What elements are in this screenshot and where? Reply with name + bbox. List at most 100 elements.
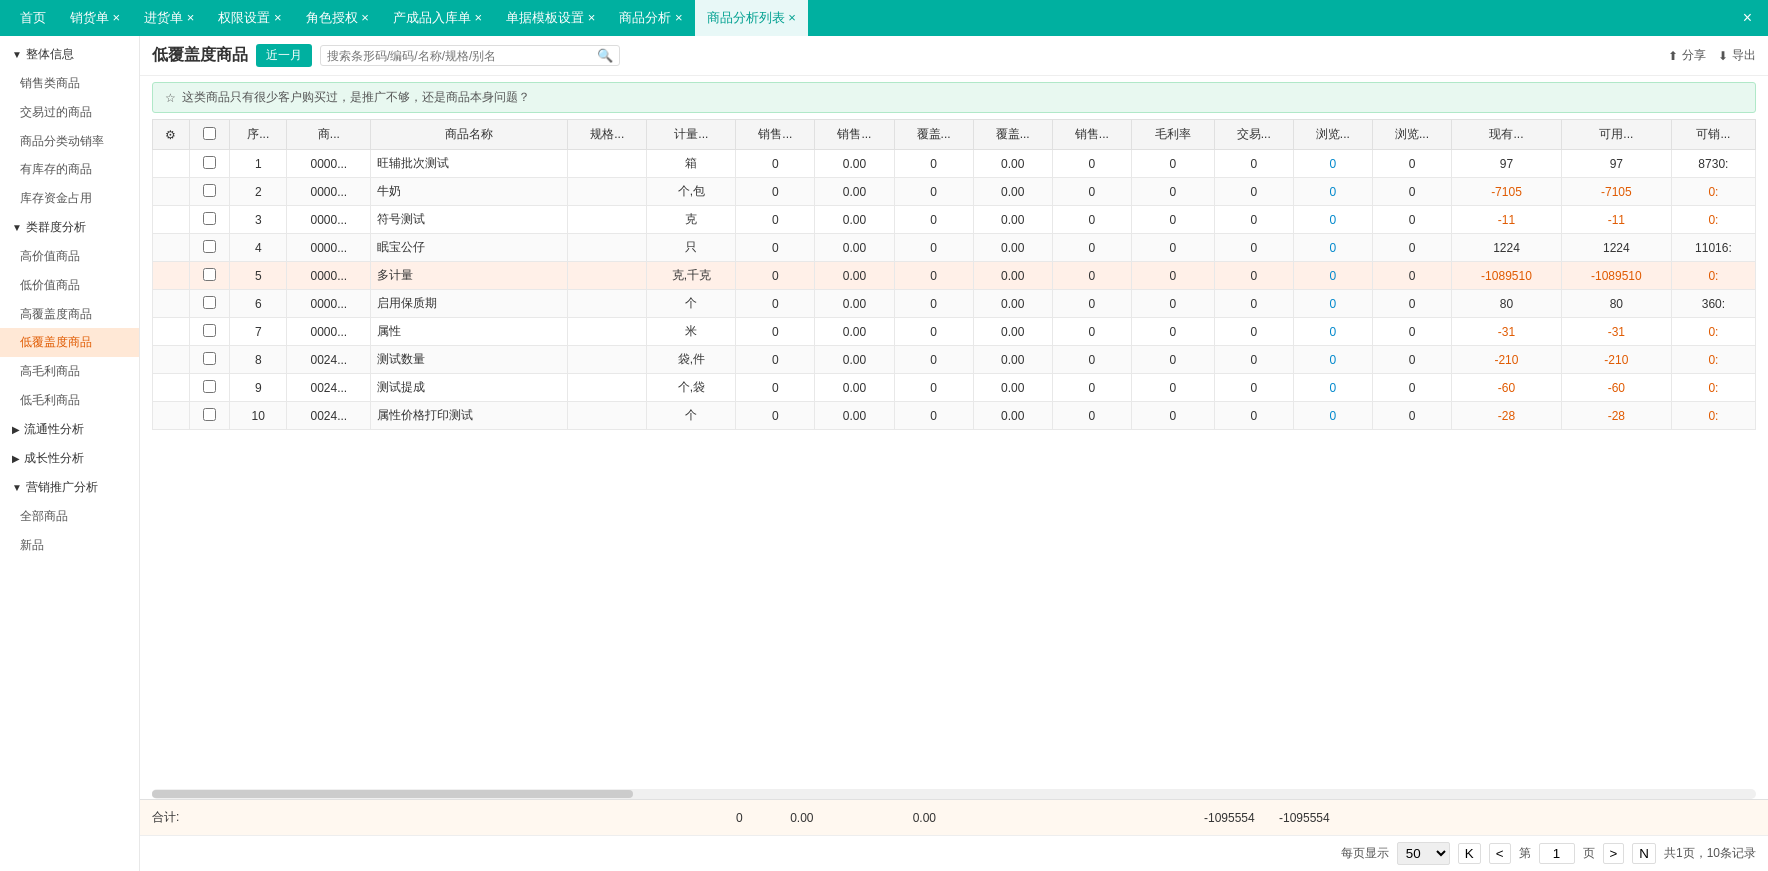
- scrollbar-thumb[interactable]: [152, 790, 633, 798]
- page-size-select[interactable]: 50 100: [1397, 842, 1450, 865]
- row-browse1[interactable]: 0: [1293, 318, 1372, 346]
- row-unit: 克: [647, 206, 736, 234]
- row-check[interactable]: [189, 206, 229, 234]
- prev-page-button[interactable]: <: [1489, 843, 1511, 864]
- row-no: 2: [230, 178, 287, 206]
- sidebar-item-all-goods[interactable]: 全部商品: [0, 502, 139, 531]
- horizontal-scrollbar[interactable]: [152, 789, 1756, 799]
- nav-permission[interactable]: 权限设置 ×: [206, 0, 293, 36]
- row-browse1[interactable]: 0: [1293, 346, 1372, 374]
- row-check[interactable]: [189, 234, 229, 262]
- sidebar-item-new-goods[interactable]: 新品: [0, 531, 139, 560]
- row-check[interactable]: [189, 402, 229, 430]
- next-page-button[interactable]: >: [1603, 843, 1625, 864]
- sidebar-item-stocked-goods[interactable]: 有库存的商品: [0, 155, 139, 184]
- row-saleable: 0:: [1671, 178, 1755, 206]
- table-container[interactable]: ⚙ 序... 商... 商品名称 规格... 计量... 销售... 销售...…: [152, 119, 1756, 789]
- row-no: 6: [230, 290, 287, 318]
- last-page-button[interactable]: N: [1632, 843, 1656, 864]
- col-settings[interactable]: ⚙: [153, 120, 190, 150]
- row-browse1[interactable]: 0: [1293, 262, 1372, 290]
- row-browse1[interactable]: 0: [1293, 402, 1372, 430]
- nav-analysis[interactable]: 商品分析 ×: [607, 0, 694, 36]
- row-browse1[interactable]: 0: [1293, 150, 1372, 178]
- sidebar-item-high-coverage[interactable]: 高覆盖度商品: [0, 300, 139, 329]
- row-sales-qty: 0: [736, 290, 815, 318]
- col-unit-header: 计量...: [647, 120, 736, 150]
- page-input[interactable]: [1539, 843, 1575, 864]
- row-browse1[interactable]: 0: [1293, 234, 1372, 262]
- nav-template[interactable]: 单据模板设置 ×: [494, 0, 607, 36]
- arrow-icon-growth: ▶: [12, 453, 20, 464]
- sidebar-section-flow[interactable]: ▶ 流通性分析: [0, 415, 139, 444]
- nav-role[interactable]: 角色授权 ×: [294, 0, 381, 36]
- search-box: 🔍: [320, 45, 620, 66]
- sidebar-section-marketing[interactable]: ▼ 营销推广分析: [0, 473, 139, 502]
- row-check[interactable]: [189, 346, 229, 374]
- row-settings: [153, 150, 190, 178]
- nav-purchase[interactable]: 进货单 ×: [132, 0, 206, 36]
- sidebar-item-category-rate[interactable]: 商品分类动销率: [0, 127, 139, 156]
- first-page-button[interactable]: K: [1458, 843, 1481, 864]
- period-button[interactable]: 近一月: [256, 44, 312, 67]
- row-name: 测试提成: [371, 374, 568, 402]
- row-no: 7: [230, 318, 287, 346]
- row-settings: [153, 206, 190, 234]
- sidebar-item-traded-goods[interactable]: 交易过的商品: [0, 98, 139, 127]
- row-check[interactable]: [189, 150, 229, 178]
- row-sales-amt: 0.00: [815, 402, 894, 430]
- row-check[interactable]: [189, 374, 229, 402]
- row-saleable: 0:: [1671, 346, 1755, 374]
- row-current: -1089510: [1452, 262, 1562, 290]
- row-browse1[interactable]: 0: [1293, 178, 1372, 206]
- col-checkbox-header[interactable]: [189, 120, 229, 150]
- export-button[interactable]: ⬇ 导出: [1718, 47, 1756, 64]
- arrow-icon-marketing: ▼: [12, 482, 22, 493]
- row-browse1[interactable]: 0: [1293, 290, 1372, 318]
- page-of-label: 页: [1583, 845, 1595, 862]
- table-row: 10 0024... 属性价格打印测试 个 0 0.00 0 0.00 0 0 …: [153, 402, 1756, 430]
- total-info: 共1页，10条记录: [1664, 845, 1756, 862]
- row-check[interactable]: [189, 262, 229, 290]
- row-sales-qty: 0: [736, 178, 815, 206]
- select-all-checkbox[interactable]: [203, 127, 216, 140]
- sidebar-item-low-value[interactable]: 低价值商品: [0, 271, 139, 300]
- row-check[interactable]: [189, 290, 229, 318]
- sidebar-section-growth[interactable]: ▶ 成长性分析: [0, 444, 139, 473]
- nav-production[interactable]: 产成品入库单 ×: [381, 0, 494, 36]
- row-sales-amt: 0.00: [815, 262, 894, 290]
- nav-sales[interactable]: 销货单 ×: [58, 0, 132, 36]
- search-input[interactable]: [327, 49, 597, 63]
- sidebar-item-low-margin[interactable]: 低毛利商品: [0, 386, 139, 415]
- sidebar-item-sales-goods[interactable]: 销售类商品: [0, 69, 139, 98]
- row-check[interactable]: [189, 178, 229, 206]
- sidebar-item-high-value[interactable]: 高价值商品: [0, 242, 139, 271]
- row-no: 5: [230, 262, 287, 290]
- row-available: -11: [1561, 206, 1671, 234]
- nav-analysis-list[interactable]: 商品分析列表 ×: [695, 0, 808, 36]
- nav-home[interactable]: 首页: [8, 0, 58, 36]
- sidebar-section-group[interactable]: ▼ 类群度分析: [0, 213, 139, 242]
- row-check[interactable]: [189, 318, 229, 346]
- close-all-button[interactable]: ×: [1735, 9, 1760, 27]
- row-sales-amt: 0.00: [815, 318, 894, 346]
- row-browse1[interactable]: 0: [1293, 374, 1372, 402]
- sidebar-item-high-margin[interactable]: 高毛利商品: [0, 357, 139, 386]
- sidebar-item-low-coverage[interactable]: 低覆盖度商品: [0, 328, 139, 357]
- sidebar-section-overall[interactable]: ▼ 整体信息: [0, 40, 139, 69]
- share-button[interactable]: ⬆ 分享: [1668, 47, 1706, 64]
- row-saleable: 360:: [1671, 290, 1755, 318]
- settings-icon[interactable]: ⚙: [165, 128, 176, 142]
- row-code: 0000...: [287, 290, 371, 318]
- row-name: 测试数量: [371, 346, 568, 374]
- row-cover1: 0: [894, 262, 973, 290]
- row-no: 3: [230, 206, 287, 234]
- row-sales-amt: 0.00: [815, 234, 894, 262]
- row-name: 启用保质期: [371, 290, 568, 318]
- sidebar-item-stock-capital[interactable]: 库存资金占用: [0, 184, 139, 213]
- row-unit: 箱: [647, 150, 736, 178]
- row-settings: [153, 374, 190, 402]
- row-browse1[interactable]: 0: [1293, 206, 1372, 234]
- row-settings: [153, 234, 190, 262]
- row-saleable: 8730:: [1671, 150, 1755, 178]
